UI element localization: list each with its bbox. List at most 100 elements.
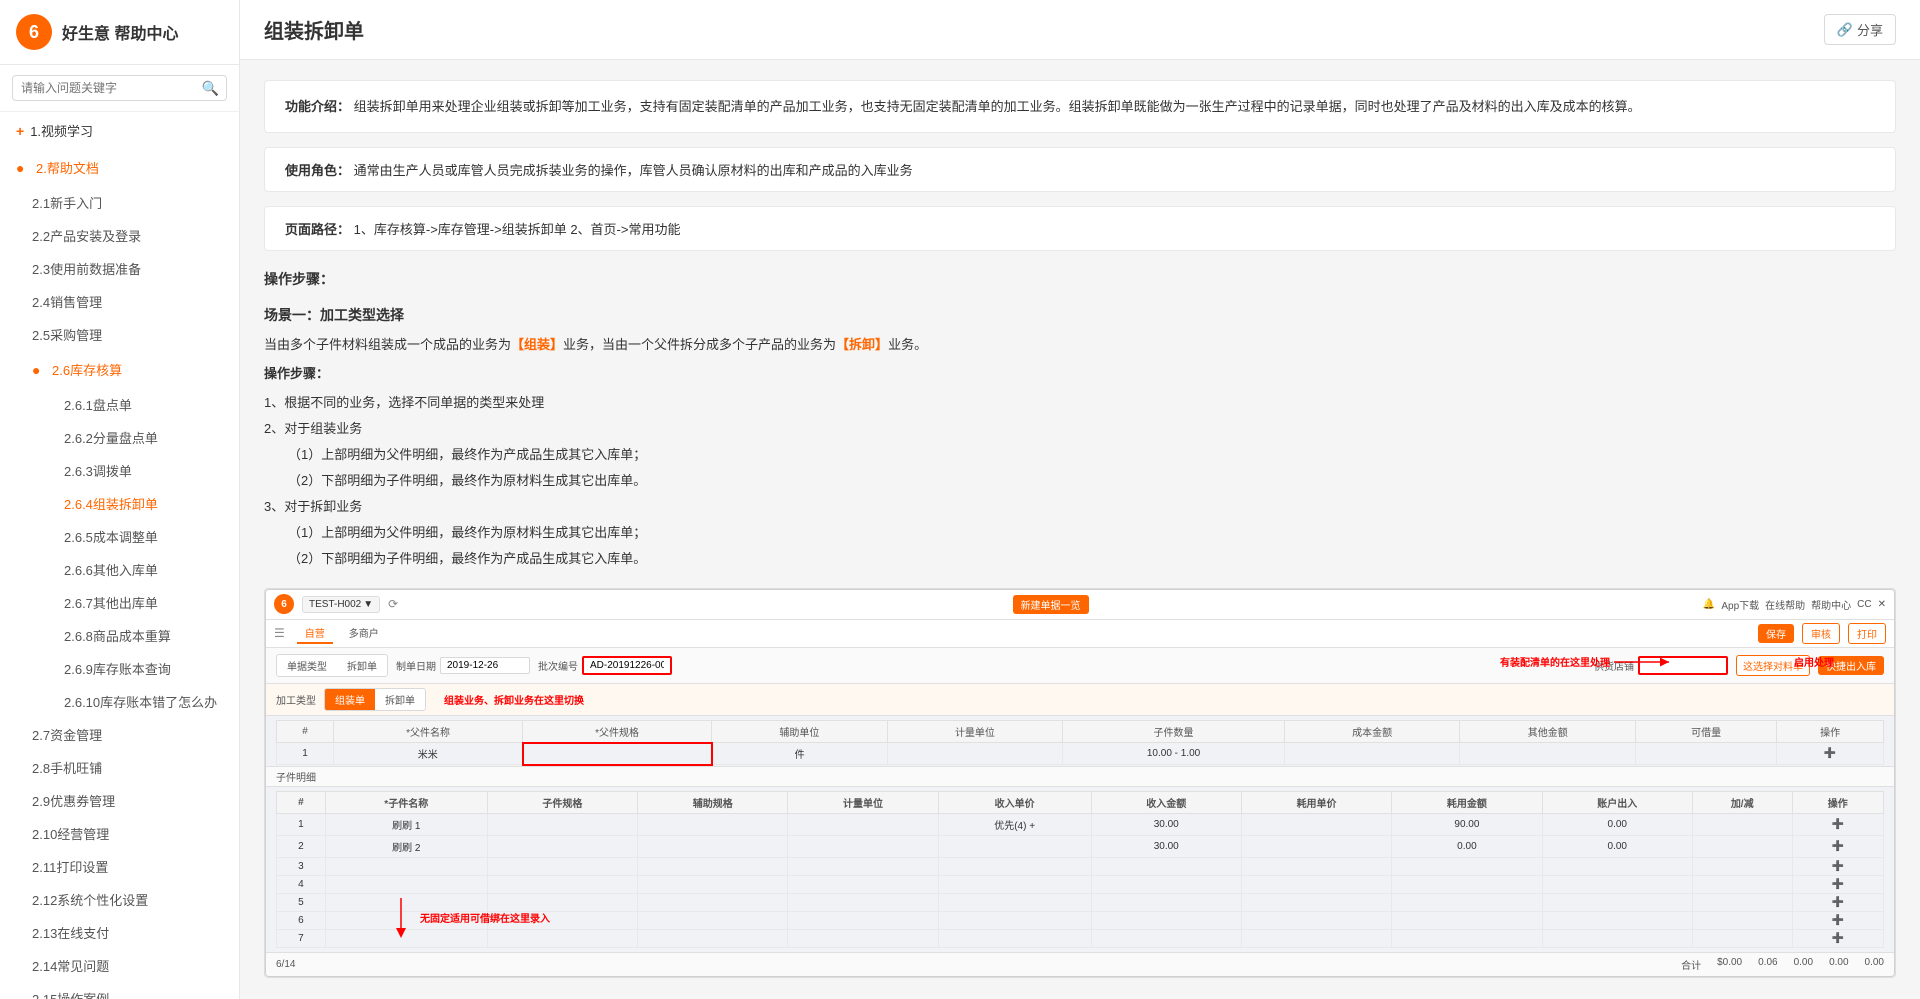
mock-type-option-1[interactable]: 单据类型	[277, 655, 337, 676]
sidebar-item-video[interactable]: + 1.视频学习	[0, 112, 239, 149]
mock-save-btn[interactable]: 保存	[1758, 624, 1794, 643]
sidebar-item-install[interactable]: 2.2产品安装及登录	[32, 219, 239, 252]
mock-topbar-right: 🔔 App下载 在线帮助 帮助中心 CC ✕	[1703, 597, 1886, 612]
mock-close-icon: ✕	[1878, 599, 1886, 610]
nav-group-video: + 1.视频学习	[0, 112, 239, 149]
page-title: 组装拆卸单	[264, 15, 364, 44]
sidebar-item-finance[interactable]: 2.7资金管理	[32, 718, 239, 751]
sidebar-item-inventory-266[interactable]: 2.6.6其他入库单	[64, 553, 239, 586]
lcell-spec-1	[487, 813, 637, 835]
mock-lower-header-row: # *子件名称 子件规格 辅助规格 计量单位 收入单价 收入金额 耗用单价 耗用…	[277, 791, 1884, 813]
nav-group-docs: ● 2.帮助文档 2.1新手入门 2.2产品安装及登录 2.3使用前数据准备 2…	[0, 149, 239, 999]
path-text: 1、库存核算->库存管理->组装拆卸单 2、首页->常用功能	[354, 222, 681, 237]
lcol-out-price: 耗用单价	[1241, 791, 1391, 813]
nav-section: + 1.视频学习 ● 2.帮助文档 2.1新手入门 2.2产品安装及登录 2.3…	[0, 112, 239, 999]
mock-new-btn[interactable]: 新建单据一览	[1013, 595, 1089, 614]
search-icon: 🔍	[202, 80, 219, 97]
mock-tab-self[interactable]: 自营	[297, 623, 333, 644]
cell-other-1	[1460, 743, 1636, 765]
col-aux-unit: 辅助单位	[712, 720, 888, 743]
sidebar-item-inventory-269[interactable]: 2.6.9库存账本查询	[64, 652, 239, 685]
mock-type-option-2[interactable]: 拆卸单	[337, 655, 387, 676]
mock-dropdown-arrow: ▼	[363, 599, 373, 610]
mock-lower-row-1: 1 刷刷 1 优先(4) + 30.00 90.00 0.00	[277, 813, 1884, 835]
lcell-outprice-2	[1241, 835, 1391, 857]
sidebar-item-inventory[interactable]: ● 2.6库存核算	[32, 351, 239, 388]
mock-type-selector: 单据类型 拆卸单	[276, 654, 388, 677]
lcol-unit: 计量单位	[788, 791, 938, 813]
sidebar-item-data-prep[interactable]: 2.3使用前数据准备	[32, 252, 239, 285]
sidebar-item-inventory-263[interactable]: 2.6.3调拨单	[64, 454, 239, 487]
sidebar-item-payment[interactable]: 2.13在线支付	[32, 916, 239, 949]
col-other-amt: 其他金额	[1460, 720, 1636, 743]
sidebar-item-print[interactable]: 2.11打印设置	[32, 850, 239, 883]
sidebar-logo: 6 好生意 帮助中心	[0, 0, 239, 65]
sidebar-item-inventory-267[interactable]: 2.6.7其他出库单	[64, 586, 239, 619]
mock-lower-row-3: 3➕	[277, 857, 1884, 875]
path-label: 页面路径：	[285, 222, 350, 237]
expand-icon-video: +	[16, 123, 24, 139]
sidebar-label-docs: 2.帮助文档	[36, 158, 223, 177]
sidebar-item-coupon[interactable]: 2.9优惠券管理	[32, 784, 239, 817]
sidebar-item-mobile[interactable]: 2.8手机旺铺	[32, 751, 239, 784]
mock-print-btn[interactable]: 打印	[1848, 623, 1886, 644]
sidebar-item-inventory-261[interactable]: 2.6.1盘点单	[64, 388, 239, 421]
mock-footer: 6/14 合计 $0.00 0.06 0.00 0.00 0.00	[266, 952, 1894, 976]
mock-lower-section: 子件明细 # *子件名称 子件规格 辅助规格 计量单位	[266, 766, 1894, 952]
col-cost: 成本金额	[1284, 720, 1460, 743]
lcell-unit-2	[788, 835, 938, 857]
app-title: 好生意 帮助中心	[62, 20, 178, 44]
sidebar-label-video: 1.视频学习	[30, 121, 223, 140]
sidebar-item-beginner[interactable]: 2.1新手入门	[32, 186, 239, 219]
sidebar-item-sales[interactable]: 2.4销售管理	[32, 285, 239, 318]
mock-footer-total-3: 0.00	[1794, 957, 1813, 972]
role-text: 通常由生产人员或库管人员完成拆装业务的操作，库管人员确认原材料的出库和产成品的入…	[354, 163, 913, 178]
share-button[interactable]: 🔗 分享	[1824, 14, 1896, 45]
mock-submit-btn[interactable]: 审核	[1802, 623, 1840, 644]
lcell-addsub-1	[1692, 813, 1792, 835]
sidebar-item-management[interactable]: 2.10经营管理	[32, 817, 239, 850]
mock-nav: ☰ 自营 多商户 保存 审核 打印	[266, 620, 1894, 648]
mock-user: CC	[1857, 599, 1871, 610]
col-child-qty: 子件数量	[1063, 720, 1285, 743]
mock-tab-multi[interactable]: 多商户	[341, 623, 387, 644]
step-3-sub: （1）上部明细为父件明细，最终作为原材料生成其它出库单； （2）下部明细为子件明…	[264, 520, 1896, 572]
sidebar-item-customization[interactable]: 2.12系统个性化设置	[32, 883, 239, 916]
mock-sidebar-toggle: ☰	[274, 626, 285, 640]
sidebar-item-inventory-265[interactable]: 2.6.5成本调整单	[64, 520, 239, 553]
mock-number-row: 批次编号	[538, 656, 672, 675]
mock-number-input[interactable]	[582, 656, 672, 675]
mock-topbar-left: 6 TEST-H002 ▼ ⟳	[274, 594, 398, 614]
role-label: 使用角色：	[285, 163, 350, 178]
sidebar-item-inventory-264[interactable]: 2.6.4组装拆卸单	[64, 487, 239, 520]
annotation-type-switch: 组装业务、拆卸业务在这里切换	[444, 692, 584, 707]
mock-link-app: App下载	[1721, 597, 1759, 612]
main-header: 组装拆卸单 🔗 分享	[240, 0, 1920, 60]
lcell-seq-2: 2	[277, 835, 326, 857]
role-box: 使用角色： 通常由生产人员或库管人员完成拆装业务的操作，库管人员确认原材料的出库…	[264, 147, 1896, 192]
lcol-out-amt: 耗用金额	[1392, 791, 1542, 813]
col-unit: 计量单位	[887, 720, 1063, 743]
mock-topbar-center: 新建单据一览	[1013, 595, 1089, 614]
mock-date-label: 制单日期	[396, 658, 436, 673]
mock-footer-total-2: 0.06	[1758, 957, 1777, 972]
search-input[interactable]	[12, 75, 227, 101]
lcell-op-1: ➕	[1792, 813, 1884, 835]
mock-toggle-disassemble[interactable]: 拆卸单	[375, 689, 425, 710]
annotation-text-top: 有装配清单的在这里处理	[1500, 654, 1610, 669]
step-3-1: （1）上部明细为父件明细，最终作为原材料生成其它出库单；	[288, 520, 1896, 546]
step-1: 1、根据不同的业务，选择不同单据的类型来处理	[264, 390, 1896, 416]
sidebar-item-inventory-2610[interactable]: 2.6.10库存账本错了怎么办	[64, 685, 239, 718]
lcell-inamt-1: 30.00	[1091, 813, 1241, 835]
step-2-sub: （1）上部明细为父件明细，最终作为产成品生成其它入库单； （2）下部明细为子件明…	[264, 442, 1896, 494]
sidebar-item-cases[interactable]: 2.15操作案例	[32, 982, 239, 999]
sidebar-item-inventory-262[interactable]: 2.6.2分量盘点单	[64, 421, 239, 454]
sidebar-item-faq[interactable]: 2.14常见问题	[32, 949, 239, 982]
mock-date-input[interactable]	[440, 657, 530, 674]
mock-upper-row-1: 1 米米 件 10.00 - 1.00 ➕	[277, 743, 1884, 765]
mock-toggle-assemble[interactable]: 组装单	[325, 689, 375, 710]
lcell-account-2: 0.00	[1542, 835, 1692, 857]
sidebar-item-purchase[interactable]: 2.5采购管理	[32, 318, 239, 351]
sidebar-item-inventory-268[interactable]: 2.6.8商品成本重算	[64, 619, 239, 652]
sidebar-item-docs[interactable]: ● 2.帮助文档	[0, 149, 239, 186]
